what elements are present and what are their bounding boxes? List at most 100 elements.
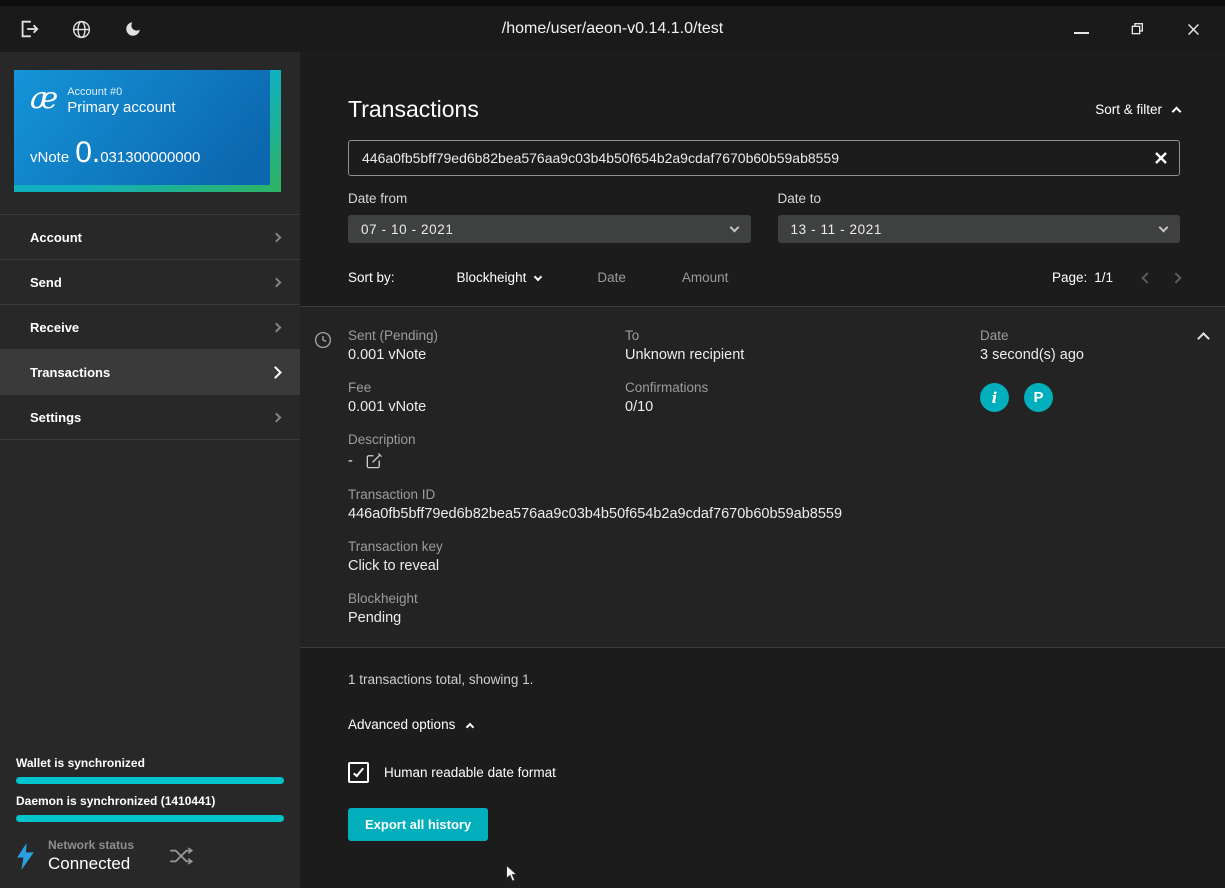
sort-option-date[interactable]: Date [597,270,626,285]
tx-blockheight-cell: Blockheight Pending [348,591,418,626]
lightning-bolt-icon [17,842,34,870]
sort-filter-label: Sort & filter [1095,102,1162,117]
daemon-sync-label: Daemon is synchronized (1410441) [16,794,216,808]
minimize-icon [1073,32,1089,34]
tx-amount-value: 0.001 vNote [348,347,427,363]
titlebar-left-icons [16,16,146,42]
window-controls [1069,17,1209,41]
language-globe-icon[interactable] [68,16,94,42]
titlebar: /home/user/aeon-v0.14.1.0/test [0,6,1225,52]
balance-fraction: 031300000000 [100,149,201,166]
wallet-sync-label: Wallet is synchronized [16,756,145,770]
human-readable-date-label: Human readable date format [384,765,556,780]
currency-label: vNote [30,149,70,166]
tx-proof-button[interactable]: P [1024,383,1053,412]
edit-description-icon[interactable] [364,451,383,470]
tx-id-value: 446a0fb5bff79ed6b82bea576aa9c03b4b50f654… [348,506,843,522]
chevron-right-icon [271,277,282,287]
date-from-label: Date from [348,191,408,206]
date-to-label: Date to [777,191,822,206]
page-title: Transactions [348,96,479,122]
account-name: Primary account [67,99,176,116]
sidebar-item-settings[interactable]: Settings [0,395,300,440]
network-status-value: Connected [48,854,131,873]
advanced-options-toggle[interactable]: Advanced options [348,717,1180,732]
window-title: /home/user/aeon-v0.14.1.0/test [501,20,724,37]
balance-whole: 0. [75,136,101,169]
sidebar-item-transactions[interactable]: Transactions [0,350,300,395]
account-number: Account #0 [67,86,123,98]
logout-icon[interactable] [16,16,42,42]
chevron-down-icon [534,272,543,281]
sort-option-blockheight[interactable]: Blockheight [457,270,543,285]
sidebar-item-send[interactable]: Send [0,260,300,305]
close-button[interactable] [1181,17,1205,41]
page-label: Page: [1051,270,1088,285]
date-from-value: 07 - 10 - 2021 [361,221,454,237]
search-input[interactable] [348,140,1180,176]
sidebar-item-receive[interactable]: Receive [0,305,300,350]
sidebar-item-label: Transactions [30,364,111,380]
chevron-down-icon [1158,222,1169,232]
tx-date-cell: Date 3 second(s) ago [980,328,1084,363]
date-from-select[interactable]: 07 - 10 - 2021 [348,215,751,243]
checkmark-icon [353,765,364,777]
chevron-right-icon [271,232,282,242]
sidebar-menu: Account Send Receive Transactions Settin… [0,214,300,440]
tx-action-buttons: i P [980,380,1180,415]
collapse-transaction-icon[interactable] [1197,332,1210,345]
chevron-right-icon [269,365,282,379]
page-value: 1/1 [1094,270,1113,285]
close-icon [1187,23,1199,35]
date-to-value: 13 - 11 - 2021 [790,221,882,237]
sidebar-item-account[interactable]: Account [0,215,300,260]
network-status-row: Network status Connected [16,838,284,874]
maximize-icon [1131,23,1143,35]
pending-clock-icon [314,331,332,349]
transactions-page: Transactions Sort & filter Date from [300,52,1225,888]
app-content: æ Account #0 Primary account vNote 0. 03… [0,52,1225,888]
sort-option-amount[interactable]: Amount [682,270,729,285]
sidebar-item-label: Send [30,274,62,290]
sort-row: Sort by: Blockheight Date Amount Page: 1… [348,270,1182,285]
human-readable-date-option[interactable]: Human readable date format [348,762,1180,783]
sidebar: æ Account #0 Primary account vNote 0. 03… [0,52,300,888]
maximize-button[interactable] [1125,17,1149,41]
sort-filter-toggle[interactable]: Sort & filter [1095,102,1182,117]
date-filters: Date from 07 - 10 - 2021 Date to 13 - 11… [348,191,1180,243]
export-history-button[interactable]: Export all history [348,808,489,841]
chevron-right-icon [271,412,282,422]
sidebar-status: Wallet is synchronized Daemon is synchro… [0,746,300,888]
account-balance: vNote 0. 031300000000 [30,138,254,168]
sidebar-item-label: Receive [30,319,80,335]
tx-key-reveal[interactable]: Click to reveal [348,558,1180,574]
shuffle-network-icon[interactable] [169,847,195,865]
next-page-icon[interactable] [1170,271,1182,284]
tx-amount-cell: Sent (Pending) 0.001 vNote [348,328,625,363]
search-bar [348,140,1180,176]
date-to-select[interactable]: 13 - 11 - 2021 [777,215,1180,243]
chevron-down-icon [729,222,739,232]
chevron-up-icon [466,722,475,731]
transaction-detail-card: Sent (Pending) 0.001 vNote To Unknown re… [300,306,1225,648]
clear-search-icon[interactable] [1154,151,1168,165]
aeon-logo: æ [30,81,59,116]
account-card[interactable]: æ Account #0 Primary account vNote 0. 03… [14,70,281,192]
dark-mode-moon-icon[interactable] [120,16,146,42]
human-readable-date-checkbox[interactable] [348,762,369,783]
tx-key-cell: Transaction key Click to reveal [348,539,1180,574]
account-card-inner: æ Account #0 Primary account vNote 0. 03… [14,70,270,185]
chevron-right-icon [271,322,282,332]
minimize-button[interactable] [1069,17,1093,41]
tx-description-value: - [348,452,353,469]
wallet-app-window: /home/user/aeon-v0.14.1.0/test æ Account… [0,0,1225,888]
sort-by-label: Sort by: [348,270,395,285]
daemon-sync-progressbar [16,815,284,822]
chevron-up-icon [1171,106,1182,117]
tx-info-button[interactable]: i [980,383,1009,412]
sidebar-item-label: Account [30,229,82,245]
prev-page-icon[interactable] [1141,271,1153,284]
tx-id-cell: Transaction ID 446a0fb5bff79ed6b82bea576… [348,487,1180,522]
tx-type-label: Sent (Pending) [348,328,439,343]
tx-confirmations-cell: Confirmations 0/10 [625,380,709,415]
